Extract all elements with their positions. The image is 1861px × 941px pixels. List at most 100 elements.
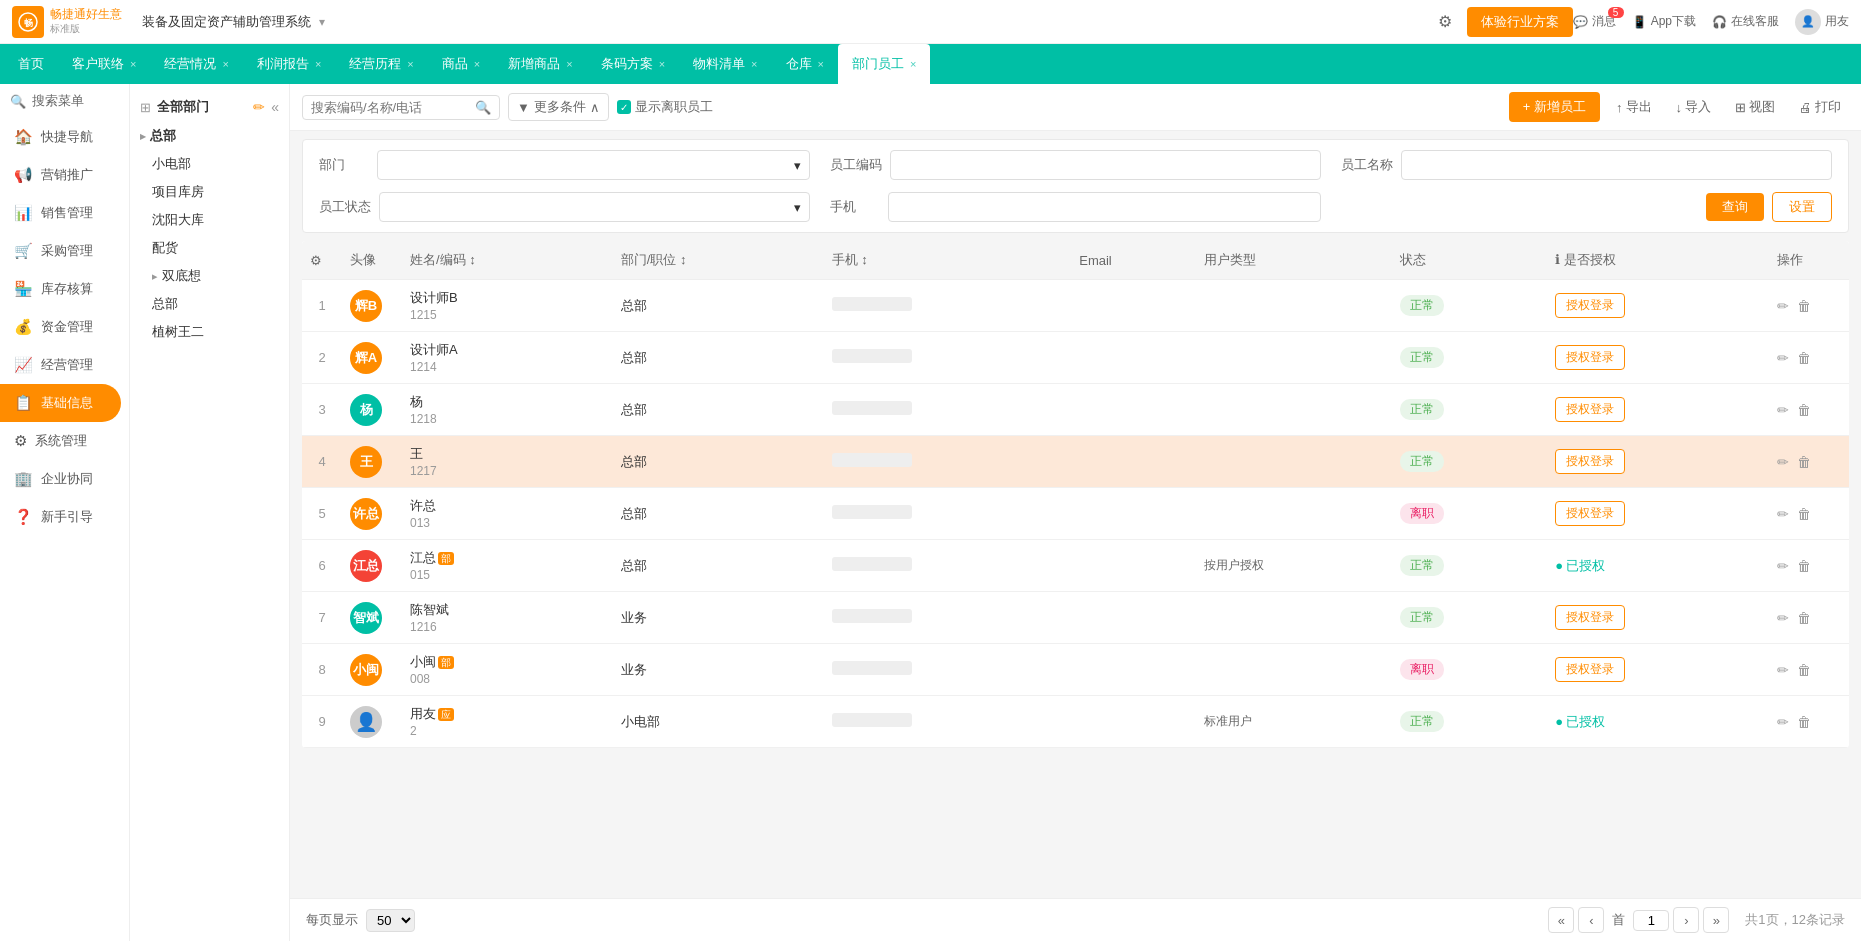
export-button[interactable]: ↑ 导出 <box>1608 94 1660 120</box>
trial-button[interactable]: 体验行业方案 <box>1467 7 1573 37</box>
edit-row-icon[interactable]: ✏ <box>1777 558 1789 574</box>
sidebar-item-guide[interactable]: ❓ 新手引导 <box>0 498 129 536</box>
sidebar-item-inventory[interactable]: 🏪 库存核算 <box>0 270 129 308</box>
show-resigned-toggle[interactable]: ✓ 显示离职员工 <box>617 98 713 116</box>
sidebar-item-purchase[interactable]: 🛒 采购管理 <box>0 232 129 270</box>
edit-dept-icon[interactable]: ✏ <box>253 99 265 115</box>
close-tab-icon[interactable]: × <box>130 58 136 70</box>
prev-page-button[interactable]: ‹ <box>1578 907 1604 933</box>
sidebar-item-system[interactable]: ⚙ 系统管理 <box>0 422 129 460</box>
tree-node-配货[interactable]: 配货 <box>130 234 289 262</box>
nav-tab-商品[interactable]: 商品× <box>428 44 494 84</box>
tree-node-总部[interactable]: 总部 <box>130 290 289 318</box>
sidebar-search[interactable]: 🔍 搜索菜单 <box>0 84 129 118</box>
tree-node-植树王二[interactable]: 植树王二 <box>130 318 289 346</box>
reset-button[interactable]: 设置 <box>1772 192 1832 222</box>
close-tab-icon[interactable]: × <box>474 58 480 70</box>
filter-code-input[interactable] <box>899 158 1312 173</box>
sidebar-item-sales[interactable]: 📊 销售管理 <box>0 194 129 232</box>
message-button[interactable]: 💬 消息 5 <box>1573 13 1616 30</box>
edit-row-icon[interactable]: ✏ <box>1777 662 1789 678</box>
filter-dept-select[interactable]: ▾ <box>377 150 810 180</box>
auth-login-button[interactable]: 授权登录 <box>1555 449 1625 474</box>
th-phone[interactable]: 手机 ↕ <box>824 241 1072 280</box>
th-settings[interactable]: ⚙ <box>302 241 342 280</box>
more-filter-button[interactable]: ▼ 更多条件 ∧ <box>508 93 609 121</box>
search-submit-icon[interactable]: 🔍 <box>475 100 491 115</box>
close-tab-icon[interactable]: × <box>818 58 824 70</box>
auth-login-button[interactable]: 授权登录 <box>1555 605 1625 630</box>
edit-row-icon[interactable]: ✏ <box>1777 506 1789 522</box>
nav-tab-部门员工[interactable]: 部门员工× <box>838 44 930 84</box>
th-dept[interactable]: 部门/职位 ↕ <box>613 241 824 280</box>
close-tab-icon[interactable]: × <box>566 58 572 70</box>
delete-row-icon[interactable]: 🗑 <box>1797 714 1811 730</box>
online-service-button[interactable]: 🎧 在线客服 <box>1712 13 1779 30</box>
edit-row-icon[interactable]: ✏ <box>1777 350 1789 366</box>
search-button[interactable]: 查询 <box>1706 193 1764 221</box>
edit-row-icon[interactable]: ✏ <box>1777 402 1789 418</box>
auth-login-button[interactable]: 授权登录 <box>1555 501 1625 526</box>
add-employee-button[interactable]: + 新增员工 <box>1509 92 1600 122</box>
search-input[interactable] <box>311 100 471 115</box>
close-tab-icon[interactable]: × <box>659 58 665 70</box>
nav-tab-首页[interactable]: 首页 <box>4 44 58 84</box>
delete-row-icon[interactable]: 🗑 <box>1797 506 1811 522</box>
tree-node-小电部[interactable]: 小电部 <box>130 150 289 178</box>
next-page-button[interactable]: › <box>1673 907 1699 933</box>
delete-row-icon[interactable]: 🗑 <box>1797 454 1811 470</box>
page-number-input[interactable] <box>1633 910 1669 931</box>
nav-tab-新增商品[interactable]: 新增商品× <box>494 44 586 84</box>
print-button[interactable]: 🖨 打印 <box>1791 94 1849 120</box>
auth-login-button[interactable]: 授权登录 <box>1555 345 1625 370</box>
delete-row-icon[interactable]: 🗑 <box>1797 610 1811 626</box>
delete-row-icon[interactable]: 🗑 <box>1797 662 1811 678</box>
th-name[interactable]: 姓名/编码 ↕ <box>402 241 613 280</box>
import-button[interactable]: ↓ 导入 <box>1668 94 1720 120</box>
sidebar-item-basic[interactable]: 📋 基础信息 <box>0 384 121 422</box>
sidebar-item-operation[interactable]: 📈 经营管理 <box>0 346 129 384</box>
close-tab-icon[interactable]: × <box>407 58 413 70</box>
nav-tab-利润报告[interactable]: 利润报告× <box>243 44 335 84</box>
last-page-button[interactable]: » <box>1703 907 1729 933</box>
close-tab-icon[interactable]: × <box>315 58 321 70</box>
delete-row-icon[interactable]: 🗑 <box>1797 402 1811 418</box>
auth-login-button[interactable]: 授权登录 <box>1555 293 1625 318</box>
tree-node-项目库房[interactable]: 项目库房 <box>130 178 289 206</box>
nav-tab-客户联络[interactable]: 客户联络× <box>58 44 150 84</box>
edit-row-icon[interactable]: ✏ <box>1777 454 1789 470</box>
sidebar-item-enterprise[interactable]: 🏢 企业协同 <box>0 460 129 498</box>
collapse-tree-icon[interactable]: « <box>271 99 279 115</box>
auth-login-button[interactable]: 授权登录 <box>1555 397 1625 422</box>
tree-node-总部[interactable]: ▸总部 <box>130 122 289 150</box>
close-tab-icon[interactable]: × <box>910 58 916 70</box>
app-download-button[interactable]: 📱 App下载 <box>1632 13 1696 30</box>
edit-row-icon[interactable]: ✏ <box>1777 298 1789 314</box>
sidebar-item-quick-nav[interactable]: 🏠 快捷导航 <box>0 118 129 156</box>
close-tab-icon[interactable]: × <box>751 58 757 70</box>
nav-tab-经营情况[interactable]: 经营情况× <box>150 44 242 84</box>
per-page-select[interactable]: 50 <box>366 909 415 932</box>
system-title-arrow-icon[interactable]: ▾ <box>319 15 325 29</box>
filter-name-input[interactable] <box>1410 158 1823 173</box>
tree-node-双底想[interactable]: ▸双底想 <box>130 262 289 290</box>
tree-node-沈阳大库[interactable]: 沈阳大库 <box>130 206 289 234</box>
first-page-button[interactable]: « <box>1548 907 1574 933</box>
sidebar-item-capital[interactable]: 💰 资金管理 <box>0 308 129 346</box>
edit-row-icon[interactable]: ✏ <box>1777 610 1789 626</box>
delete-row-icon[interactable]: 🗑 <box>1797 558 1811 574</box>
gear-button[interactable]: ⚙ <box>1431 8 1459 36</box>
nav-tab-经营历程[interactable]: 经营历程× <box>335 44 427 84</box>
show-resigned-checkbox[interactable]: ✓ <box>617 100 631 114</box>
sidebar-item-marketing[interactable]: 📢 营销推广 <box>0 156 129 194</box>
filter-phone-input[interactable] <box>897 200 1312 215</box>
view-mode-button[interactable]: ⊞ 视图 <box>1727 94 1783 120</box>
edit-row-icon[interactable]: ✏ <box>1777 714 1789 730</box>
delete-row-icon[interactable]: 🗑 <box>1797 350 1811 366</box>
delete-row-icon[interactable]: 🗑 <box>1797 298 1811 314</box>
auth-login-button[interactable]: 授权登录 <box>1555 657 1625 682</box>
nav-tab-仓库[interactable]: 仓库× <box>772 44 838 84</box>
close-tab-icon[interactable]: × <box>222 58 228 70</box>
nav-tab-条码方案[interactable]: 条码方案× <box>587 44 679 84</box>
nav-tab-物料清单[interactable]: 物料清单× <box>679 44 771 84</box>
